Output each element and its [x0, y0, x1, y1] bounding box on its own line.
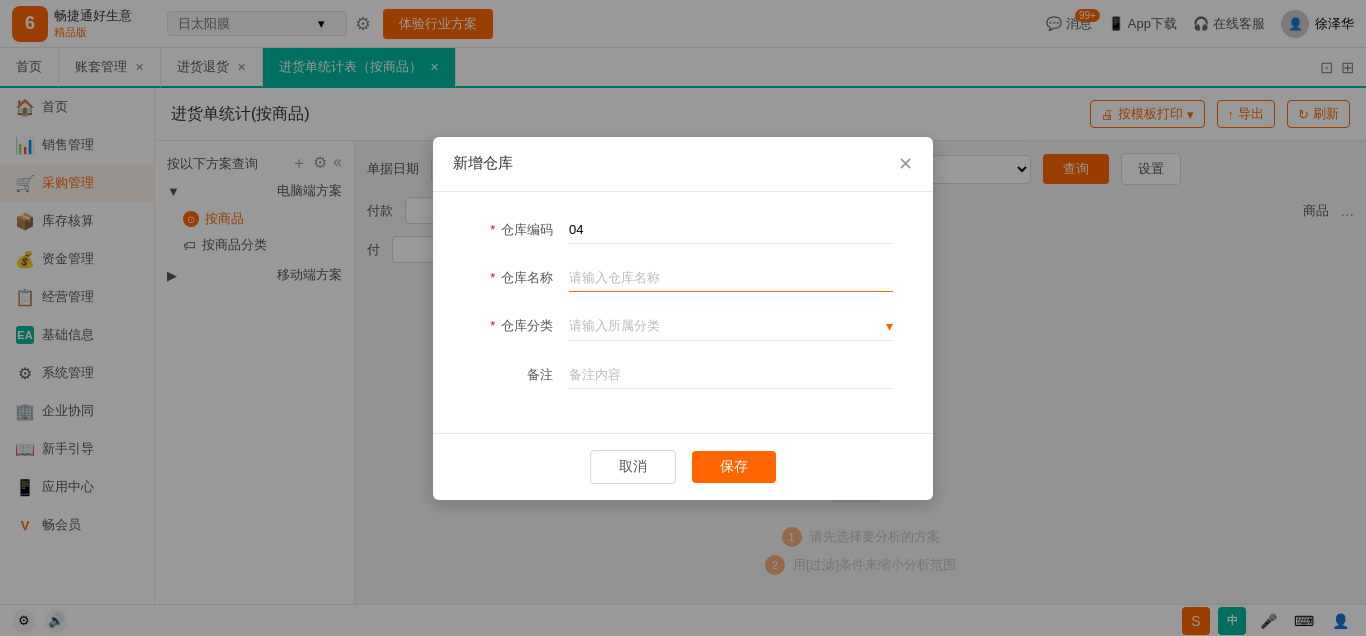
form-row-name: * 仓库名称 [473, 264, 893, 292]
required-star-category: * [490, 318, 495, 333]
cancel-button[interactable]: 取消 [590, 450, 676, 484]
code-label: * 仓库编码 [473, 221, 553, 239]
modal-overlay[interactable]: 新增仓库 ✕ * 仓库编码 * 仓库名称 [0, 0, 1366, 636]
modal-body: * 仓库编码 * 仓库名称 * 仓库分类 [433, 192, 933, 433]
modal-footer: 取消 保存 [433, 433, 933, 500]
warehouse-code-input[interactable] [569, 216, 893, 244]
form-row-remark: 备注 [473, 361, 893, 389]
required-star-code: * [490, 222, 495, 237]
form-row-code: * 仓库编码 [473, 216, 893, 244]
category-select-wrap[interactable]: ▾ [569, 312, 893, 341]
save-button[interactable]: 保存 [692, 451, 776, 483]
remark-input[interactable] [569, 361, 893, 389]
remark-label: 备注 [473, 366, 553, 384]
category-dropdown-icon[interactable]: ▾ [886, 318, 893, 334]
warehouse-name-input[interactable] [569, 264, 893, 292]
modal-new-warehouse: 新增仓库 ✕ * 仓库编码 * 仓库名称 [433, 137, 933, 500]
required-star-name: * [490, 270, 495, 285]
name-label: * 仓库名称 [473, 269, 553, 287]
modal-header: 新增仓库 ✕ [433, 137, 933, 192]
category-label: * 仓库分类 [473, 317, 553, 335]
form-row-category: * 仓库分类 ▾ [473, 312, 893, 341]
modal-title: 新增仓库 [453, 154, 513, 173]
modal-close-button[interactable]: ✕ [898, 153, 913, 175]
category-select-input[interactable] [569, 318, 886, 333]
